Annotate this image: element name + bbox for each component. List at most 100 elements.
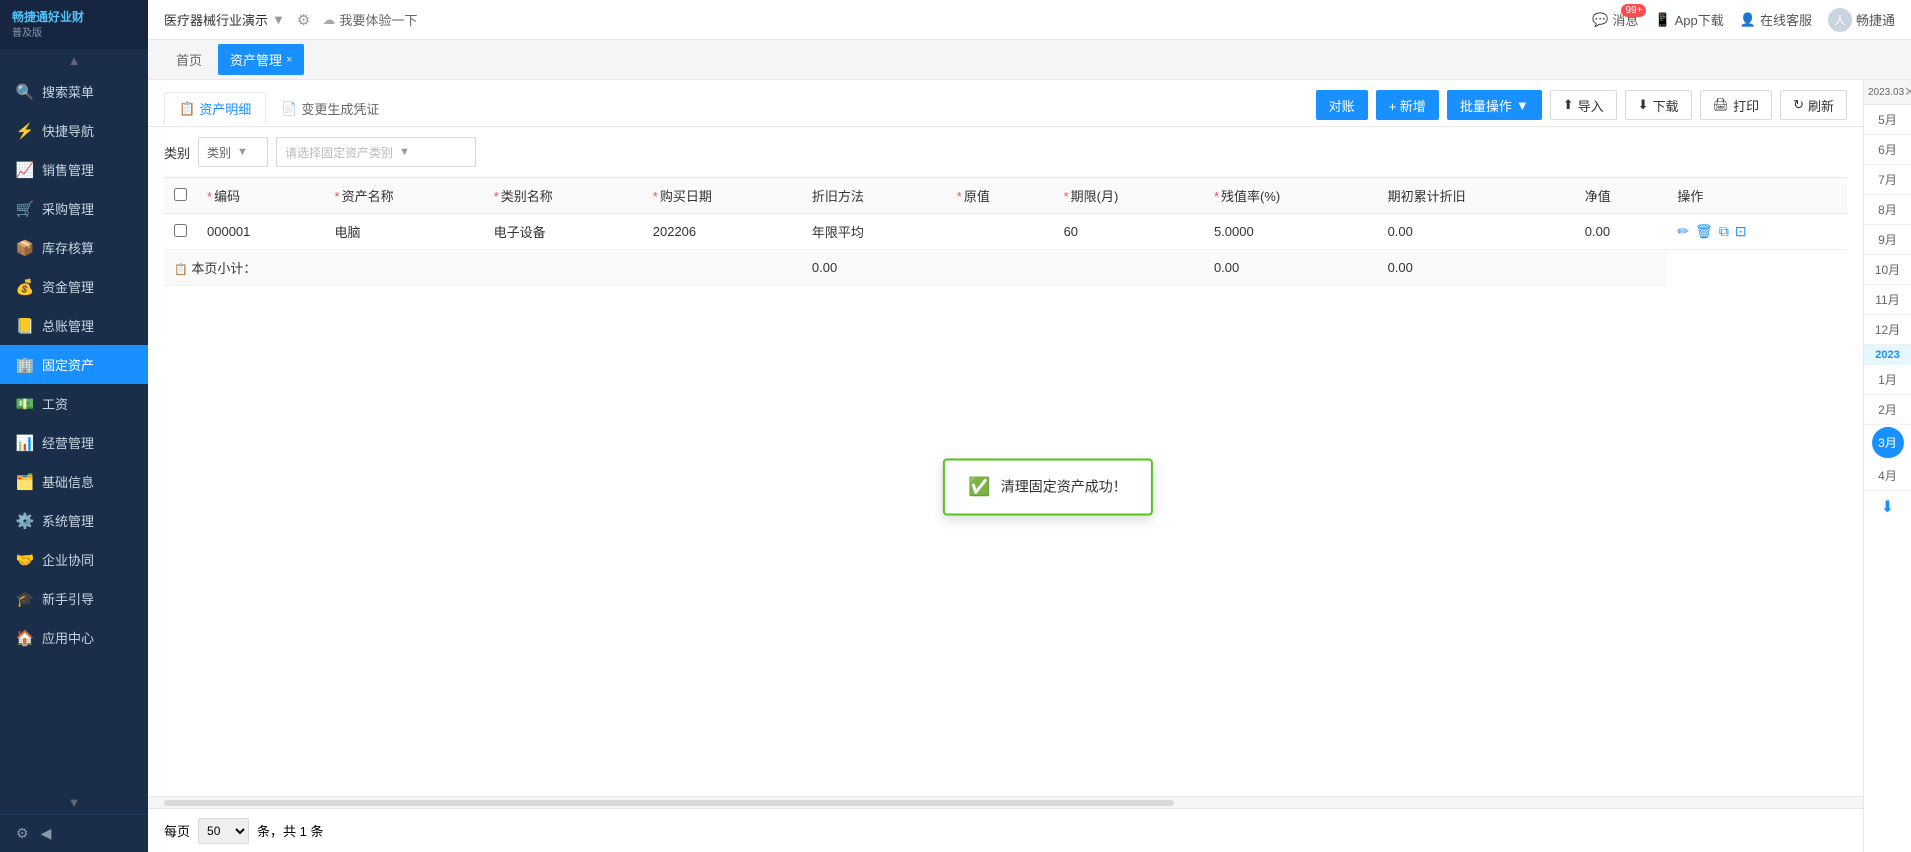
cell-residual-rate: 5.0000 — [1204, 214, 1378, 250]
sidebar-item-finance[interactable]: 💰 资金管理 — [0, 267, 148, 306]
sidebar-item-quick-nav[interactable]: ⚡ 快捷导航 — [0, 111, 148, 150]
print-button[interactable]: 🖨 打印 — [1700, 90, 1773, 120]
new-button[interactable]: + 新增 — [1376, 90, 1439, 120]
calendar-month-9[interactable]: 9月 — [1864, 225, 1911, 255]
row-checkbox-cell[interactable] — [164, 214, 197, 250]
calendar-month-11[interactable]: 11月 — [1864, 285, 1911, 315]
reconcile-button[interactable]: 对账 — [1316, 90, 1368, 120]
tab-asset-mgmt[interactable]: 资产管理 × — [218, 44, 304, 75]
sidebar-item-label: 基础信息 — [42, 472, 94, 491]
import-button[interactable]: ⬆ 导入 — [1550, 90, 1617, 120]
asset-table-wrap: *编码 *资产名称 *类别名称 *购买日期 折旧方法 *原值 *期限(月) *残… — [148, 177, 1863, 796]
calendar-month-3-current[interactable]: 3月 — [1872, 427, 1904, 459]
more-icon[interactable]: ⊡ — [1735, 223, 1747, 240]
sidebar-item-operations[interactable]: 📊 经营管理 — [0, 423, 148, 462]
settings-bottom-icon[interactable]: ⚙ — [16, 825, 29, 842]
right-panel-header: 2023.03 ✕ ⤢ — [1864, 80, 1911, 105]
sidebar-item-fixed-assets[interactable]: 🏢 固定资产 — [0, 345, 148, 384]
calendar-month-6[interactable]: 6月 — [1864, 135, 1911, 165]
finance-icon: 💰 — [16, 278, 34, 296]
col-name: *资产名称 — [325, 178, 484, 214]
service-icon: 👤 — [1740, 12, 1756, 28]
subtotal-empty-5 — [1575, 250, 1668, 286]
subtotal-initial: 0.00 — [1204, 250, 1378, 286]
app-download-icon: 📱 — [1654, 12, 1670, 28]
company-selector[interactable]: 医疗器械行业演示 ▼ — [164, 10, 285, 29]
calendar-month-12[interactable]: 12月 — [1864, 315, 1911, 345]
sidebar-item-guide[interactable]: 🎓 新手引导 — [0, 579, 148, 618]
calendar-month-8[interactable]: 8月 — [1864, 195, 1911, 225]
tab-close-icon[interactable]: × — [286, 54, 292, 66]
user-btn[interactable]: 人 畅捷通 — [1828, 8, 1895, 32]
sidebar-item-sales[interactable]: 📈 销售管理 — [0, 150, 148, 189]
batch-ops-button[interactable]: 批量操作 ▼ — [1447, 90, 1542, 120]
experience-btn[interactable]: ☁ 我要体验一下 — [322, 10, 417, 29]
sidebar-item-purchase[interactable]: 🛒 采购管理 — [0, 189, 148, 228]
category-type-select[interactable]: 类别 ▼ — [198, 137, 268, 167]
calendar-month-2[interactable]: 2月 — [1864, 395, 1911, 425]
sub-tab-asset-detail[interactable]: 📋 资产明细 — [164, 92, 266, 124]
collab-icon: 🤝 — [16, 551, 34, 569]
panel-close-icon[interactable]: ✕ — [1904, 84, 1911, 100]
sub-tab-change-voucher[interactable]: 📄 变更生成凭证 — [266, 92, 394, 124]
cloud-icon: ☁ — [322, 12, 335, 28]
refresh-button[interactable]: ↻ 刷新 — [1780, 90, 1847, 120]
calendar-month-7[interactable]: 7月 — [1864, 165, 1911, 195]
sidebar-item-label: 工资 — [42, 394, 68, 413]
calendar-month-4[interactable]: 4月 — [1864, 461, 1911, 491]
row-action-group: ✏ 🗑 ⧉ ⊡ — [1677, 223, 1837, 240]
company-settings-icon[interactable]: ⚙ — [297, 11, 310, 29]
sidebar-item-label: 库存核算 — [42, 238, 94, 257]
asset-table: *编码 *资产名称 *类别名称 *购买日期 折旧方法 *原值 *期限(月) *残… — [164, 177, 1847, 286]
quick-nav-icon: ⚡ — [16, 122, 34, 140]
download-icon: ⬇ — [1638, 97, 1649, 113]
col-residual-rate: *残值率(%) — [1204, 178, 1378, 214]
row-checkbox[interactable] — [174, 224, 187, 237]
cell-purchase-date: 202206 — [643, 214, 802, 250]
select-arrow-icon: ▼ — [237, 146, 248, 158]
success-toast: ✅ 清理固定资产成功！ — [942, 458, 1152, 515]
sidebar-item-salary[interactable]: 💵 工资 — [0, 384, 148, 423]
tab-home[interactable]: 首页 — [164, 44, 214, 75]
sidebar-item-label: 销售管理 — [42, 160, 94, 179]
col-purchase-date: *购买日期 — [643, 178, 802, 214]
sub-tabs: 📋 资产明细 📄 变更生成凭证 对账 + 新增 批量操作 ▼ ⬆ — [148, 80, 1863, 127]
sidebar-item-collab[interactable]: 🤝 企业协同 — [0, 540, 148, 579]
edit-icon[interactable]: ✏ — [1677, 223, 1689, 240]
sidebar-item-system[interactable]: ⚙️ 系统管理 — [0, 501, 148, 540]
refresh-icon: ↻ — [1793, 97, 1804, 113]
collapse-icon[interactable]: ◀ — [41, 825, 52, 842]
cell-name: 电脑 — [325, 214, 484, 250]
horizontal-scrollbar[interactable] — [148, 796, 1863, 808]
calendar-month-10[interactable]: 10月 — [1864, 255, 1911, 285]
sidebar-item-ledger[interactable]: 📒 总账管理 — [0, 306, 148, 345]
sidebar-item-basic-info[interactable]: 🗂️ 基础信息 — [0, 462, 148, 501]
calendar-down-icon: ⬇ — [1881, 499, 1894, 516]
calendar-month-1[interactable]: 1月 — [1864, 365, 1911, 395]
sidebar-scroll-up[interactable]: ▲ — [0, 49, 148, 72]
delete-icon[interactable]: 🗑 — [1695, 223, 1713, 240]
calendar-scroll-down[interactable]: ⬇ — [1864, 491, 1911, 523]
copy-icon[interactable]: ⧉ — [1719, 223, 1729, 240]
sidebar-item-search[interactable]: 🔍 搜索菜单 — [0, 72, 148, 111]
calendar-month-5[interactable]: 5月 — [1864, 105, 1911, 135]
message-btn[interactable]: 💬 消息 99+ — [1592, 10, 1638, 29]
per-page-select[interactable]: 50 100 — [198, 818, 249, 844]
subtotal-label-cell: 📋 本页小计： — [164, 250, 484, 286]
calendar-list: 5月 6月 7月 8月 9月 10月 11月 12月 2023 1月 2月 3月… — [1864, 105, 1911, 852]
sidebar-scroll-down[interactable]: ▼ — [0, 791, 148, 814]
filter-toolbar: 类别 类别 ▼ 请选择固定资产类别 ▼ — [148, 127, 1863, 177]
category-input[interactable]: 请选择固定资产类别 ▼ — [276, 137, 476, 167]
sidebar-item-app-center[interactable]: 🏠 应用中心 — [0, 618, 148, 657]
online-service-btn[interactable]: 👤 在线客服 — [1740, 10, 1812, 29]
select-all-checkbox[interactable] — [174, 188, 187, 201]
purchase-icon: 🛒 — [16, 200, 34, 218]
company-dropdown-icon: ▼ — [272, 12, 285, 27]
select-all-cell[interactable] — [164, 178, 197, 214]
sidebar-item-label: 新手引导 — [42, 589, 94, 608]
sidebar-item-label: 总账管理 — [42, 316, 94, 335]
sidebar-item-inventory[interactable]: 📦 库存核算 — [0, 228, 148, 267]
app-download-btn[interactable]: 📱 App下载 — [1654, 10, 1723, 29]
sidebar-item-label: 资金管理 — [42, 277, 94, 296]
download-button[interactable]: ⬇ 下载 — [1625, 90, 1692, 120]
